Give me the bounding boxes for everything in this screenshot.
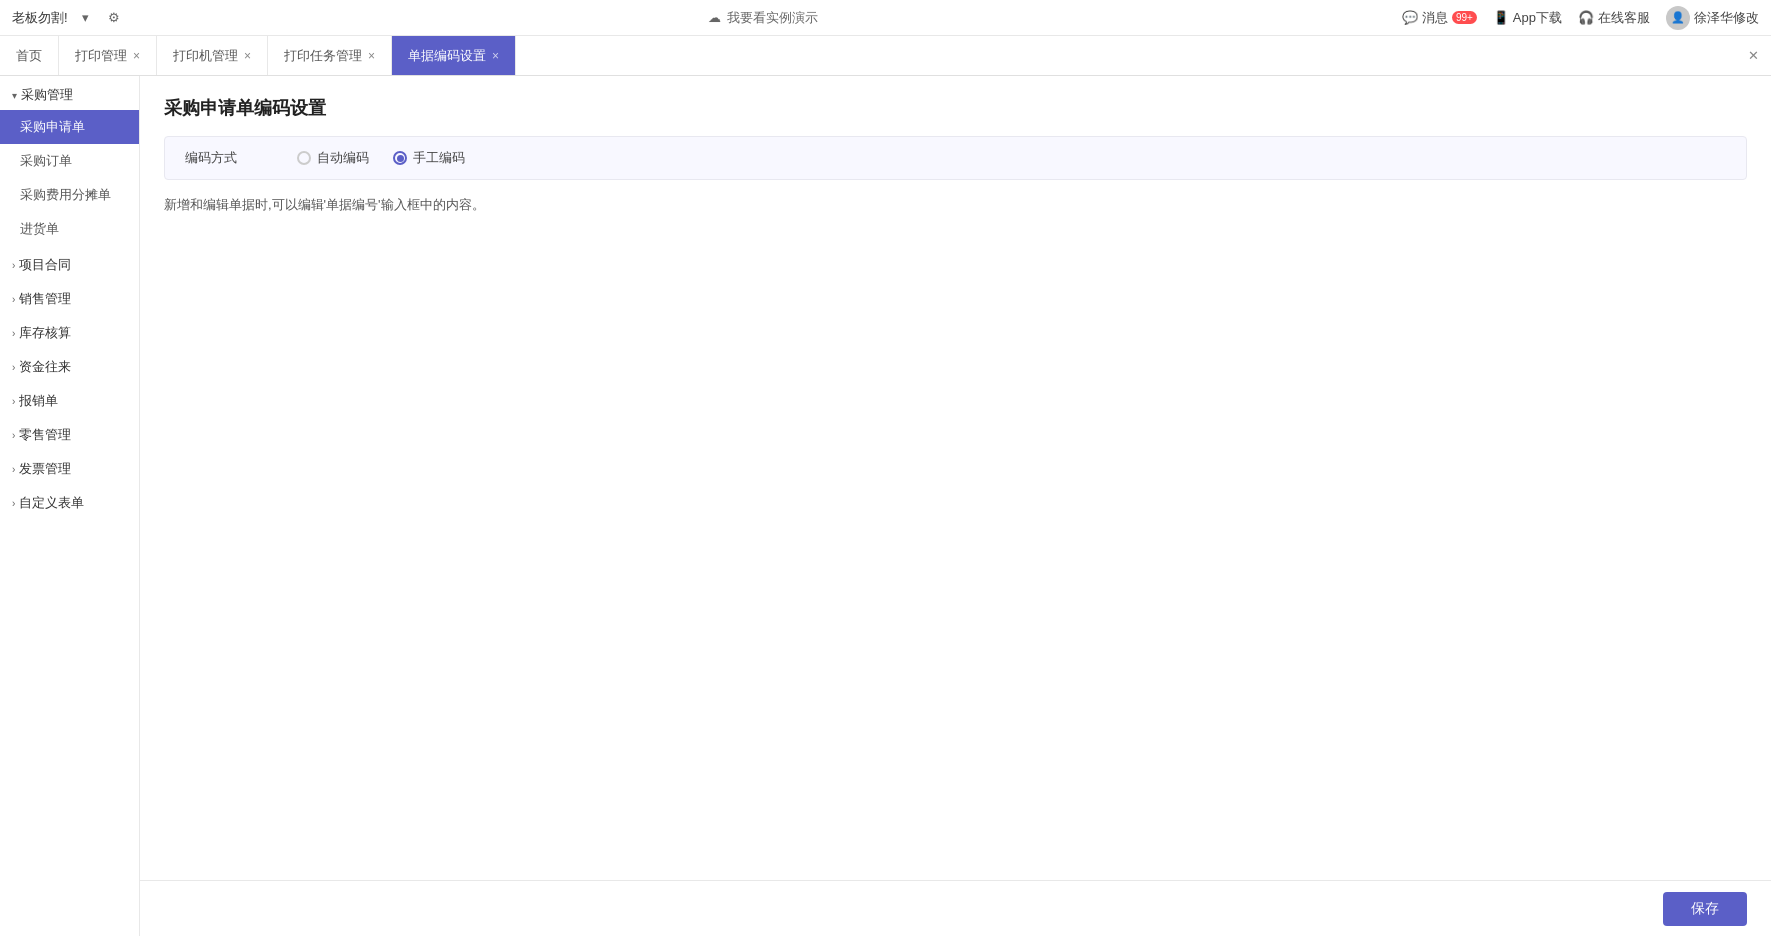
sidebar-group-expense: › 报销单 — [0, 382, 139, 416]
chevron-right-icon2: › — [12, 294, 15, 305]
radio-auto-circle — [297, 151, 311, 165]
sidebar-item-purchase-request[interactable]: 采购申请单 — [0, 110, 139, 144]
chevron-right-icon4: › — [12, 362, 15, 373]
sidebar-group-inventory: › 库存核算 — [0, 314, 139, 348]
user-name: 徐泽华修改 — [1694, 9, 1759, 27]
tab-encode-settings-label: 单据编码设置 — [408, 47, 486, 65]
encoding-label: 编码方式 — [185, 149, 237, 167]
chevron-right-icon3: › — [12, 328, 15, 339]
demo-text[interactable]: 我要看实例演示 — [727, 9, 818, 27]
online-service-button[interactable]: 🎧 在线客服 — [1578, 9, 1650, 27]
sidebar-group-expense-title[interactable]: › 报销单 — [0, 382, 139, 416]
app-icon: 📱 — [1493, 10, 1509, 25]
tab-printer-management-close[interactable]: × — [244, 49, 251, 63]
cloud-icon: ☁ — [708, 10, 721, 25]
chevron-right-icon7: › — [12, 464, 15, 475]
close-all-icon: ✕ — [1748, 48, 1759, 63]
sidebar-group-purchase: ▾ 采购管理 采购申请单 采购订单 采购费用分摊单 进货单 — [0, 76, 139, 246]
sidebar-group-custom: › 自定义表单 — [0, 484, 139, 518]
tab-home[interactable]: 首页 — [0, 36, 59, 75]
manual-encode-label: 手工编码 — [413, 149, 465, 167]
chevron-right-icon5: › — [12, 396, 15, 407]
main-layout: ▾ 采购管理 采购申请单 采购订单 采购费用分摊单 进货单 › 项目合同 › 销… — [0, 76, 1771, 936]
radio-manual-circle — [393, 151, 407, 165]
sidebar-group-sales: › 销售管理 — [0, 280, 139, 314]
tab-printer-management[interactable]: 打印机管理 × — [157, 36, 268, 75]
content-area: 采购申请单编码设置 编码方式 自动编码 手工编码 新增和编辑单据时,可以编辑'单… — [140, 76, 1771, 936]
settings-icon[interactable]: ⚙ — [104, 8, 124, 28]
sidebar-item-inbound[interactable]: 进货单 — [0, 212, 139, 246]
sidebar-group-funds-title[interactable]: › 资金往来 — [0, 348, 139, 382]
tab-home-label: 首页 — [16, 47, 42, 65]
sidebar-group-invoice: › 发票管理 — [0, 450, 139, 484]
sidebar-group-expense-label: 报销单 — [19, 392, 58, 410]
dropdown-icon[interactable]: ▾ — [76, 8, 96, 28]
sidebar-group-sales-title[interactable]: › 销售管理 — [0, 280, 139, 314]
tab-print-task-close[interactable]: × — [368, 49, 375, 63]
chevron-right-icon8: › — [12, 498, 15, 509]
page-title: 采购申请单编码设置 — [164, 96, 1747, 120]
radio-manual-encode[interactable]: 手工编码 — [393, 149, 465, 167]
tab-print-task[interactable]: 打印任务管理 × — [268, 36, 392, 75]
chevron-right-icon6: › — [12, 430, 15, 441]
sidebar-group-retail: › 零售管理 — [0, 416, 139, 450]
sidebar-item-purchase-order[interactable]: 采购订单 — [0, 144, 139, 178]
tab-print-management-close[interactable]: × — [133, 49, 140, 63]
radio-auto-encode[interactable]: 自动编码 — [297, 149, 369, 167]
sidebar-group-invoice-title[interactable]: › 发票管理 — [0, 450, 139, 484]
sidebar-group-project-title[interactable]: › 项目合同 — [0, 246, 139, 280]
top-bar-title: 老板勿割! — [12, 9, 68, 27]
message-button[interactable]: 💬 消息 99+ — [1402, 9, 1477, 27]
sidebar-group-funds: › 资金往来 — [0, 348, 139, 382]
sidebar: ▾ 采购管理 采购申请单 采购订单 采购费用分摊单 进货单 › 项目合同 › 销… — [0, 76, 140, 936]
online-service-label: 在线客服 — [1598, 9, 1650, 27]
tabs-bar: 首页 打印管理 × 打印机管理 × 打印任务管理 × 单据编码设置 × ✕ — [0, 36, 1771, 76]
chevron-right-icon: › — [12, 260, 15, 271]
top-bar-left: 老板勿割! ▾ ⚙ — [12, 8, 124, 28]
sidebar-item-purchase-expense[interactable]: 采购费用分摊单 — [0, 178, 139, 212]
top-bar: 老板勿割! ▾ ⚙ ☁ 我要看实例演示 💬 消息 99+ 📱 App下载 🎧 在… — [0, 0, 1771, 36]
auto-encode-label: 自动编码 — [317, 149, 369, 167]
message-label: 消息 — [1422, 9, 1448, 27]
top-bar-center: ☁ 我要看实例演示 — [708, 9, 818, 27]
tab-print-task-label: 打印任务管理 — [284, 47, 362, 65]
bottom-bar: 保存 — [140, 880, 1771, 936]
close-all-button[interactable]: ✕ — [1736, 36, 1771, 75]
app-download-label: App下载 — [1513, 9, 1562, 27]
chevron-down-icon: ▾ — [12, 90, 17, 101]
tab-encode-settings-close[interactable]: × — [492, 49, 499, 63]
message-icon: 💬 — [1402, 10, 1418, 25]
tab-print-management-label: 打印管理 — [75, 47, 127, 65]
sidebar-group-inventory-label: 库存核算 — [19, 324, 71, 342]
tab-printer-management-label: 打印机管理 — [173, 47, 238, 65]
sidebar-group-custom-title[interactable]: › 自定义表单 — [0, 484, 139, 518]
user-profile-button[interactable]: 👤 徐泽华修改 — [1666, 6, 1759, 30]
tab-encode-settings[interactable]: 单据编码设置 × — [392, 36, 516, 75]
avatar: 👤 — [1666, 6, 1690, 30]
encoding-section: 编码方式 自动编码 手工编码 — [164, 136, 1747, 180]
sidebar-group-custom-label: 自定义表单 — [19, 494, 84, 512]
sidebar-group-project-label: 项目合同 — [19, 256, 71, 274]
sidebar-group-retail-label: 零售管理 — [19, 426, 71, 444]
content-inner: 采购申请单编码设置 编码方式 自动编码 手工编码 新增和编辑单据时,可以编辑'单… — [140, 76, 1771, 880]
app-download-button[interactable]: 📱 App下载 — [1493, 9, 1562, 27]
save-button[interactable]: 保存 — [1663, 892, 1747, 926]
sidebar-group-retail-title[interactable]: › 零售管理 — [0, 416, 139, 450]
top-bar-right: 💬 消息 99+ 📱 App下载 🎧 在线客服 👤 徐泽华修改 — [1402, 6, 1759, 30]
sidebar-group-invoice-label: 发票管理 — [19, 460, 71, 478]
sidebar-group-funds-label: 资金往来 — [19, 358, 71, 376]
description-text: 新增和编辑单据时,可以编辑'单据编号'输入框中的内容。 — [164, 196, 1747, 214]
sidebar-group-sales-label: 销售管理 — [19, 290, 71, 308]
sidebar-group-purchase-label: 采购管理 — [21, 86, 73, 104]
message-badge: 99+ — [1452, 11, 1477, 24]
sidebar-group-purchase-title[interactable]: ▾ 采购管理 — [0, 76, 139, 110]
tab-print-management[interactable]: 打印管理 × — [59, 36, 157, 75]
sidebar-group-inventory-title[interactable]: › 库存核算 — [0, 314, 139, 348]
radio-group-encoding: 自动编码 手工编码 — [297, 149, 465, 167]
sidebar-group-project: › 项目合同 — [0, 246, 139, 280]
headset-icon: 🎧 — [1578, 10, 1594, 25]
